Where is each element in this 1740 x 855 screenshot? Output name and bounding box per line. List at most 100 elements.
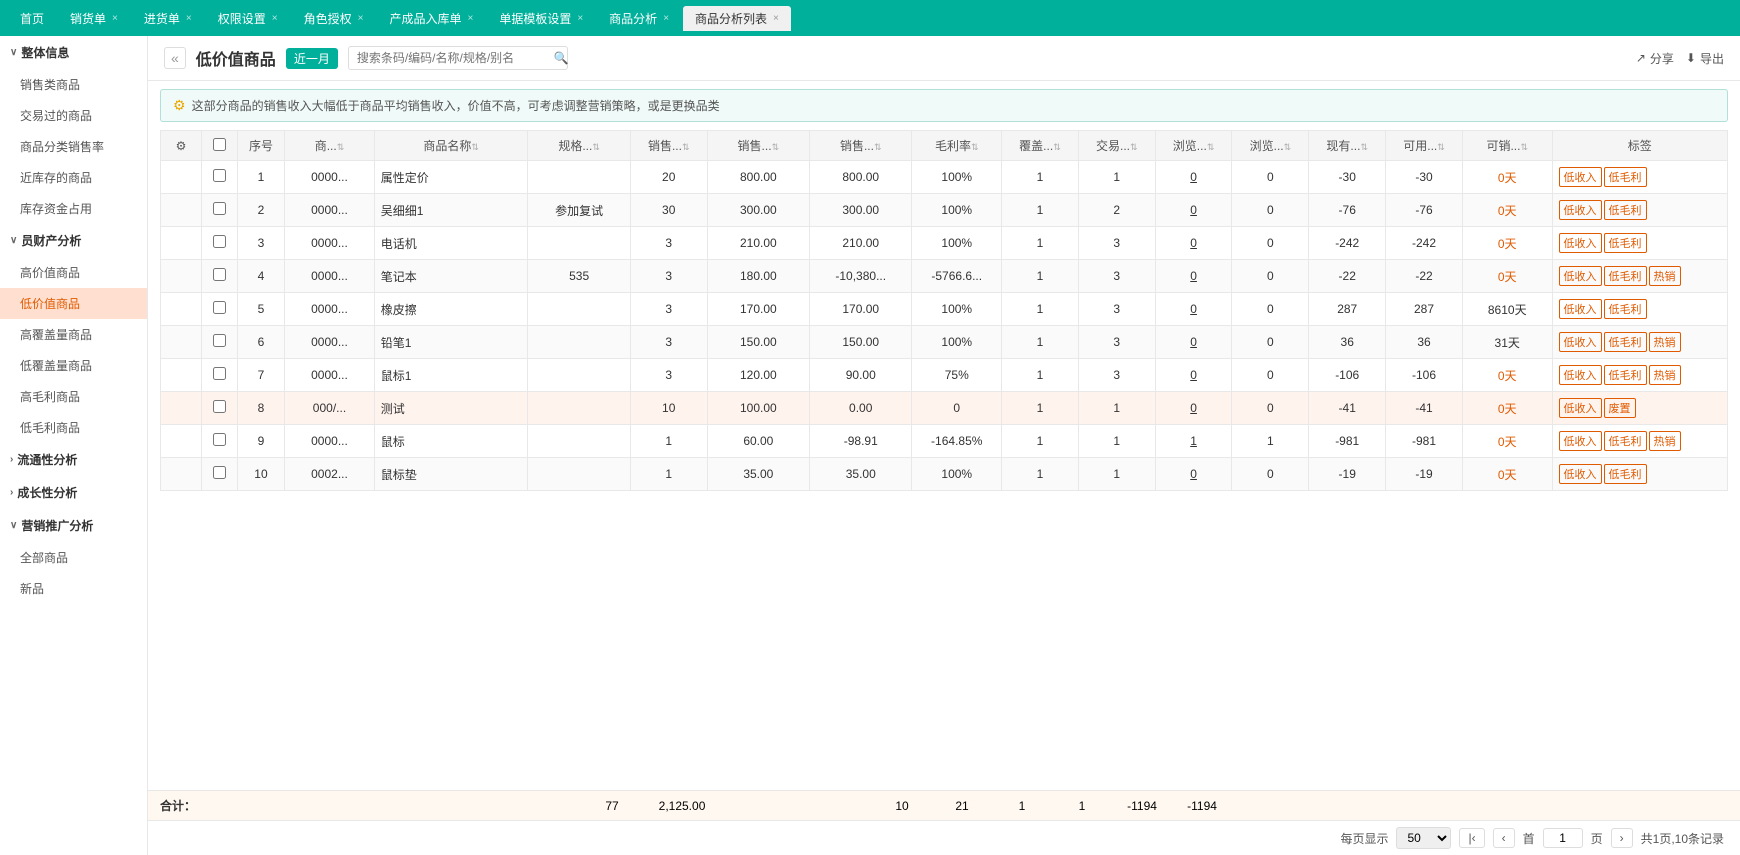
close-icon[interactable]: × [272,13,278,24]
row-checkbox[interactable] [213,334,226,347]
browse1-link[interactable]: 0 [1190,269,1197,283]
cell-checkbox[interactable] [201,194,237,227]
cell-browse1[interactable]: 0 [1155,392,1232,425]
sidebar-section-marketing[interactable]: ∨ 营销推广分析 [0,509,147,542]
sidebar-item-low-coverage[interactable]: 低覆盖量商品 [0,350,147,381]
browse1-link[interactable]: 1 [1190,434,1197,448]
cell-browse1[interactable]: 0 [1155,458,1232,491]
row-checkbox[interactable] [213,301,226,314]
nav-purchase-order[interactable]: 进货单 × [132,6,204,31]
cell-checkbox[interactable] [201,392,237,425]
browse1-link[interactable]: 0 [1190,467,1197,481]
first-page-button[interactable]: |‹ [1459,828,1484,848]
row-checkbox[interactable] [213,235,226,248]
browse1-link[interactable]: 0 [1190,236,1197,250]
col-gross[interactable]: 毛利率⇅ [912,131,1002,161]
col-code[interactable]: 商...⇅ [285,131,375,161]
close-icon[interactable]: × [186,13,192,24]
cell-checkbox[interactable] [201,227,237,260]
share-button[interactable]: ↗ 分享 [1636,50,1674,67]
row-checkbox[interactable] [213,169,226,182]
cell-checkbox[interactable] [201,293,237,326]
cell-browse1[interactable]: 0 [1155,194,1232,227]
row-checkbox[interactable] [213,400,226,413]
close-icon[interactable]: × [467,13,473,24]
browse1-link[interactable]: 0 [1190,335,1197,349]
browse1-link[interactable]: 0 [1190,368,1197,382]
sidebar-item-sales-products[interactable]: 销售类商品 [0,69,147,100]
col-trade[interactable]: 交易...⇅ [1078,131,1155,161]
cell-checkbox[interactable] [201,359,237,392]
sidebar-item-low-gross[interactable]: 低毛利商品 [0,412,147,443]
sidebar-item-category-sales-rate[interactable]: 商品分类销售率 [0,131,147,162]
close-icon[interactable]: × [112,13,118,24]
browse1-link[interactable]: 0 [1190,401,1197,415]
col-s2[interactable]: 销售...⇅ [707,131,809,161]
col-checkbox[interactable] [201,131,237,161]
col-saleable[interactable]: 可销...⇅ [1462,131,1552,161]
row-checkbox[interactable] [213,466,226,479]
sidebar-item-new-products[interactable]: 新品 [0,573,147,604]
col-avail[interactable]: 可用...⇅ [1386,131,1463,161]
nav-permission[interactable]: 权限设置 × [206,6,290,31]
sidebar-item-traded-products[interactable]: 交易过的商品 [0,100,147,131]
browse1-link[interactable]: 0 [1190,203,1197,217]
sidebar-item-high-value[interactable]: 高价值商品 [0,257,147,288]
cell-checkbox[interactable] [201,326,237,359]
nav-product-inbound[interactable]: 产成品入库单 × [377,6,485,31]
nav-home[interactable]: 首页 [8,6,56,31]
sidebar-item-stock-capital[interactable]: 库存资金占用 [0,193,147,224]
col-cover[interactable]: 覆盖...⇅ [1002,131,1079,161]
nav-role-auth[interactable]: 角色授权 × [292,6,376,31]
next-page-button[interactable]: › [1611,828,1633,848]
page-input[interactable] [1543,828,1583,848]
sidebar-item-near-stock[interactable]: 近库存的商品 [0,162,147,193]
period-badge[interactable]: 近一月 [286,48,338,69]
close-icon[interactable]: × [358,13,364,24]
row-checkbox[interactable] [213,268,226,281]
nav-product-analysis[interactable]: 商品分析 × [597,6,681,31]
col-s1[interactable]: 销售...⇅ [630,131,707,161]
browse1-link[interactable]: 0 [1190,302,1197,316]
select-all-checkbox[interactable] [213,138,226,151]
close-icon[interactable]: × [773,13,779,24]
sidebar-section-overall[interactable]: ∨ 整体信息 [0,36,147,69]
sidebar-item-low-value[interactable]: 低价值商品 [0,288,147,319]
cell-browse1[interactable]: 0 [1155,326,1232,359]
browse1-link[interactable]: 0 [1190,170,1197,184]
col-s3[interactable]: 销售...⇅ [810,131,912,161]
close-icon[interactable]: × [577,13,583,24]
nav-product-analysis-list[interactable]: 商品分析列表 × [683,6,791,31]
cell-checkbox[interactable] [201,425,237,458]
search-input[interactable] [348,46,568,70]
per-page-select[interactable]: 50 100 200 [1396,827,1451,849]
col-browse2[interactable]: 浏览...⇅ [1232,131,1309,161]
row-checkbox[interactable] [213,367,226,380]
cell-checkbox[interactable] [201,458,237,491]
cell-browse1[interactable]: 0 [1155,227,1232,260]
cell-browse1[interactable]: 0 [1155,359,1232,392]
sidebar-section-growth[interactable]: › 成长性分析 [0,476,147,509]
cell-browse1[interactable]: 1 [1155,425,1232,458]
cell-browse1[interactable]: 0 [1155,161,1232,194]
sidebar-item-high-coverage[interactable]: 高覆盖量商品 [0,319,147,350]
sidebar-item-high-gross[interactable]: 高毛利商品 [0,381,147,412]
sidebar-section-asset[interactable]: ∨ 员财产分析 [0,224,147,257]
col-browse1[interactable]: 浏览...⇅ [1155,131,1232,161]
prev-page-button[interactable]: ‹ [1493,828,1515,848]
sidebar-item-all-products[interactable]: 全部商品 [0,542,147,573]
cell-checkbox[interactable] [201,161,237,194]
export-button[interactable]: ⬇ 导出 [1686,50,1724,67]
search-icon[interactable]: 🔍 [554,51,569,65]
cell-checkbox[interactable] [201,260,237,293]
cell-browse1[interactable]: 0 [1155,293,1232,326]
nav-sales-order[interactable]: 销货单 × [58,6,130,31]
nav-template-settings[interactable]: 单据模板设置 × [487,6,595,31]
sidebar-section-liquidity[interactable]: › 流通性分析 [0,443,147,476]
col-settings[interactable]: ⚙ [161,131,202,161]
collapse-button[interactable]: « [164,47,186,69]
row-checkbox[interactable] [213,202,226,215]
col-name[interactable]: 商品名称⇅ [374,131,528,161]
row-checkbox[interactable] [213,433,226,446]
col-spec[interactable]: 规格...⇅ [528,131,630,161]
